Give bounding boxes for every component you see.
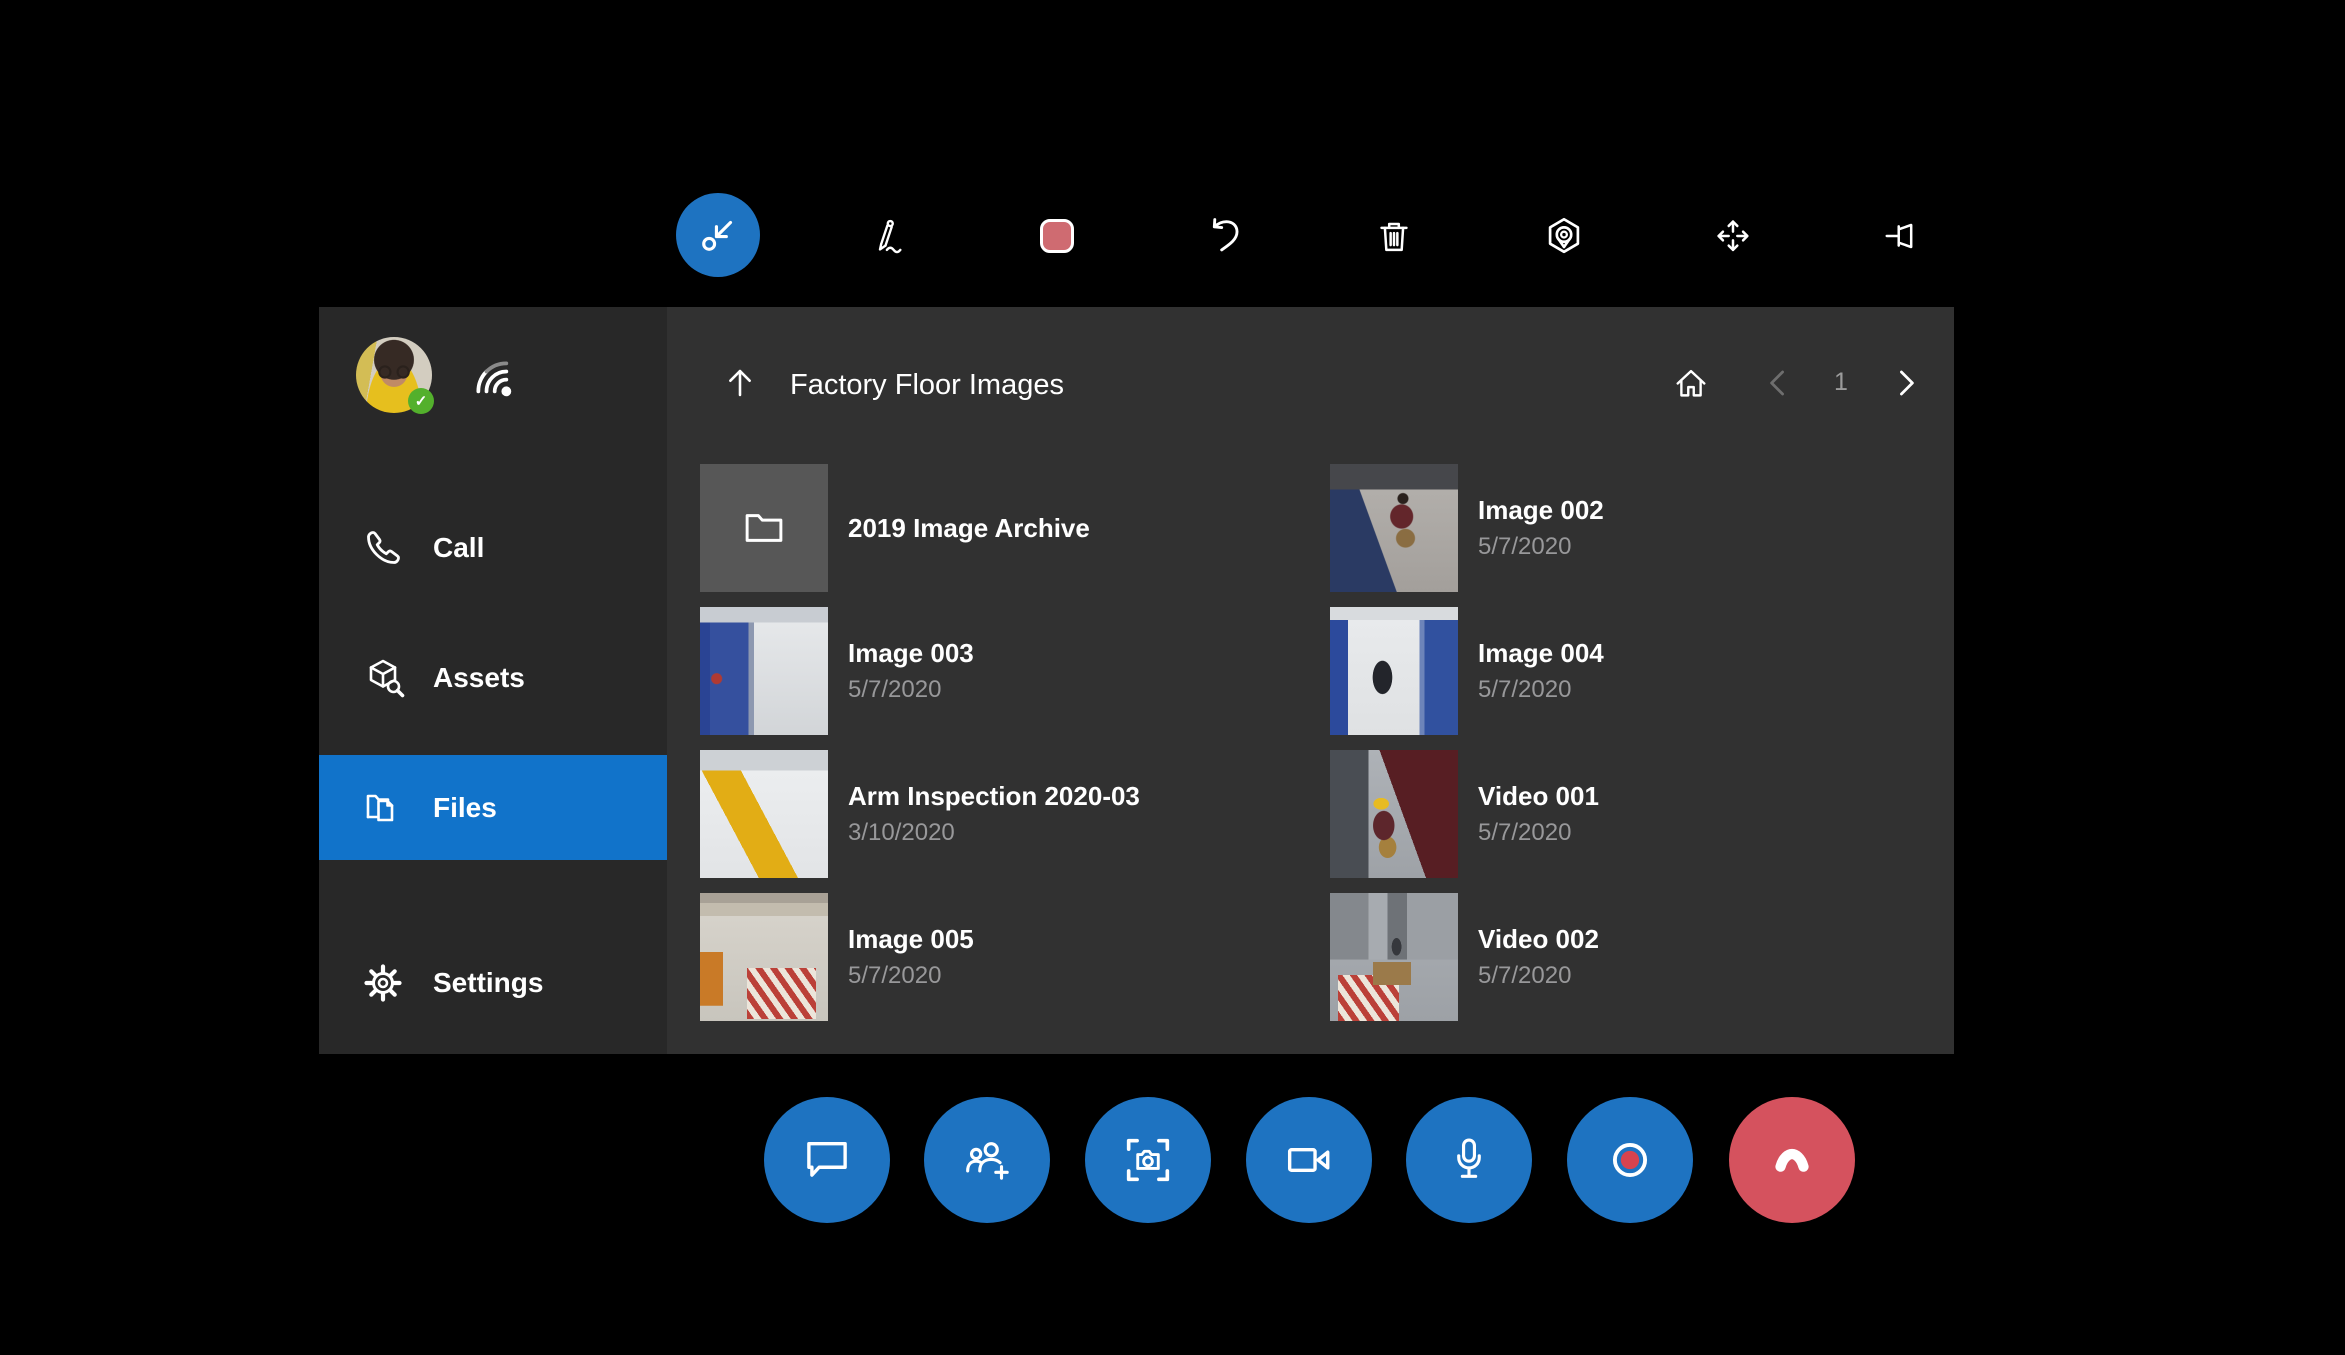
file-thumbnail <box>1330 464 1458 592</box>
up-arrow-icon <box>718 361 762 405</box>
sidebar-item-assets[interactable]: Assets <box>319 625 667 730</box>
sidebar-item-call[interactable]: Call <box>319 495 667 600</box>
signal-strength-icon <box>462 347 518 403</box>
file-item[interactable]: Image 002 5/7/2020 <box>1330 464 1930 592</box>
file-thumbnail <box>1330 607 1458 735</box>
presence-available-badge: ✓ <box>408 388 434 414</box>
up-folder-button[interactable] <box>718 361 762 405</box>
file-thumbnail <box>700 893 828 1021</box>
file-item[interactable]: Video 002 5/7/2020 <box>1330 893 1930 1021</box>
chevron-right-icon <box>1884 361 1928 405</box>
place-arrow-tool-button[interactable] <box>676 193 760 277</box>
file-meta: 2019 Image Archive <box>848 464 1090 592</box>
file-item-folder[interactable]: 2019 Image Archive <box>700 464 1300 592</box>
file-name: Image 005 <box>848 924 974 954</box>
page-number: 1 <box>1834 368 1848 396</box>
delete-button[interactable] <box>1370 212 1418 260</box>
file-item[interactable]: Arm Inspection 2020-03 3/10/2020 <box>700 750 1300 878</box>
add-participant-icon <box>958 1131 1016 1189</box>
sidebar-item-settings[interactable]: Settings <box>319 930 667 1035</box>
ink-pen-icon <box>862 213 908 259</box>
file-thumbnail <box>700 607 828 735</box>
video-camera-icon <box>1280 1131 1338 1189</box>
end-call-icon <box>1763 1131 1821 1189</box>
file-name: Video 002 <box>1478 924 1599 954</box>
ink-tool-button[interactable] <box>861 212 909 260</box>
home-button[interactable] <box>1669 361 1713 405</box>
remote-assist-screen: ✓ Call Assets Files Settings Factory Flo… <box>0 0 2345 1355</box>
color-swatch <box>1040 219 1074 253</box>
place-arrow-icon <box>693 210 743 260</box>
file-thumbnail <box>700 750 828 878</box>
file-meta: Image 004 5/7/2020 <box>1478 607 1604 735</box>
file-item[interactable]: Image 004 5/7/2020 <box>1330 607 1930 735</box>
file-meta: Image 005 5/7/2020 <box>848 893 974 1021</box>
file-item[interactable]: Video 001 5/7/2020 <box>1330 750 1930 878</box>
spatial-anchor-icon <box>1541 213 1587 259</box>
file-item[interactable]: Image 003 5/7/2020 <box>700 607 1300 735</box>
file-meta: Arm Inspection 2020-03 3/10/2020 <box>848 750 1140 878</box>
file-name: Image 002 <box>1478 495 1604 525</box>
file-browser-panel: Factory Floor Images 1 2019 Image Archiv… <box>667 307 1954 1054</box>
box-wrench-icon <box>359 654 407 702</box>
previous-page-button[interactable] <box>1756 361 1800 405</box>
record-icon <box>1601 1131 1659 1189</box>
file-date: 3/10/2020 <box>848 819 955 846</box>
file-name: Video 001 <box>1478 781 1599 811</box>
file-name: Image 003 <box>848 638 974 668</box>
folder-document-icon <box>359 784 407 832</box>
sidebar-item-label: Files <box>433 791 497 823</box>
file-meta: Video 001 5/7/2020 <box>1478 750 1599 878</box>
file-name: Image 004 <box>1478 638 1604 668</box>
file-date: 5/7/2020 <box>1478 533 1572 560</box>
file-date: 5/7/2020 <box>848 676 942 703</box>
next-page-button[interactable] <box>1884 361 1928 405</box>
capture-photo-button[interactable] <box>1085 1097 1211 1223</box>
end-call-button[interactable] <box>1729 1097 1855 1223</box>
folder-icon <box>737 501 791 555</box>
chat-button[interactable] <box>764 1097 890 1223</box>
file-date: 5/7/2020 <box>1478 819 1572 846</box>
undo-button[interactable] <box>1202 212 1250 260</box>
sidebar-item-label: Call <box>433 531 485 563</box>
file-meta: Image 002 5/7/2020 <box>1478 464 1604 592</box>
sidebar: ✓ Call Assets Files Settings <box>319 307 667 1054</box>
chat-icon <box>798 1131 856 1189</box>
chevron-left-icon <box>1756 361 1800 405</box>
file-meta: Image 003 5/7/2020 <box>848 607 974 735</box>
add-participant-button[interactable] <box>924 1097 1050 1223</box>
ink-color-button[interactable] <box>1033 212 1081 260</box>
file-meta: Video 002 5/7/2020 <box>1478 893 1599 1021</box>
remote-assist-window: ✓ Call Assets Files Settings Factory Flo… <box>319 307 1954 1054</box>
video-camera-button[interactable] <box>1246 1097 1372 1223</box>
undo-icon <box>1203 213 1249 259</box>
file-thumbnail <box>1330 893 1458 1021</box>
file-date: 5/7/2020 <box>1478 962 1572 989</box>
spatial-anchor-button[interactable] <box>1540 212 1588 260</box>
folder-thumbnail <box>700 464 828 592</box>
file-name: 2019 Image Archive <box>848 512 1090 543</box>
microphone-icon <box>1440 1131 1498 1189</box>
file-item[interactable]: Image 005 5/7/2020 <box>700 893 1300 1021</box>
move-icon <box>1710 213 1756 259</box>
move-button[interactable] <box>1709 212 1757 260</box>
file-date: 5/7/2020 <box>848 962 942 989</box>
capture-photo-icon <box>1119 1131 1177 1189</box>
avatar: ✓ <box>356 337 434 414</box>
file-date: 5/7/2020 <box>1478 676 1572 703</box>
file-thumbnail <box>1330 750 1458 878</box>
record-button[interactable] <box>1567 1097 1693 1223</box>
file-name: Arm Inspection 2020-03 <box>848 781 1140 811</box>
home-icon <box>1669 361 1713 405</box>
trash-icon <box>1371 213 1417 259</box>
pin-button[interactable] <box>1880 212 1928 260</box>
phone-icon <box>359 524 407 572</box>
pin-icon <box>1881 213 1927 259</box>
microphone-button[interactable] <box>1406 1097 1532 1223</box>
sidebar-item-files[interactable]: Files <box>319 755 667 860</box>
gear-icon <box>359 959 407 1007</box>
sidebar-item-label: Settings <box>433 966 544 998</box>
sidebar-item-label: Assets <box>433 661 525 693</box>
folder-title: Factory Floor Images <box>790 369 1064 401</box>
